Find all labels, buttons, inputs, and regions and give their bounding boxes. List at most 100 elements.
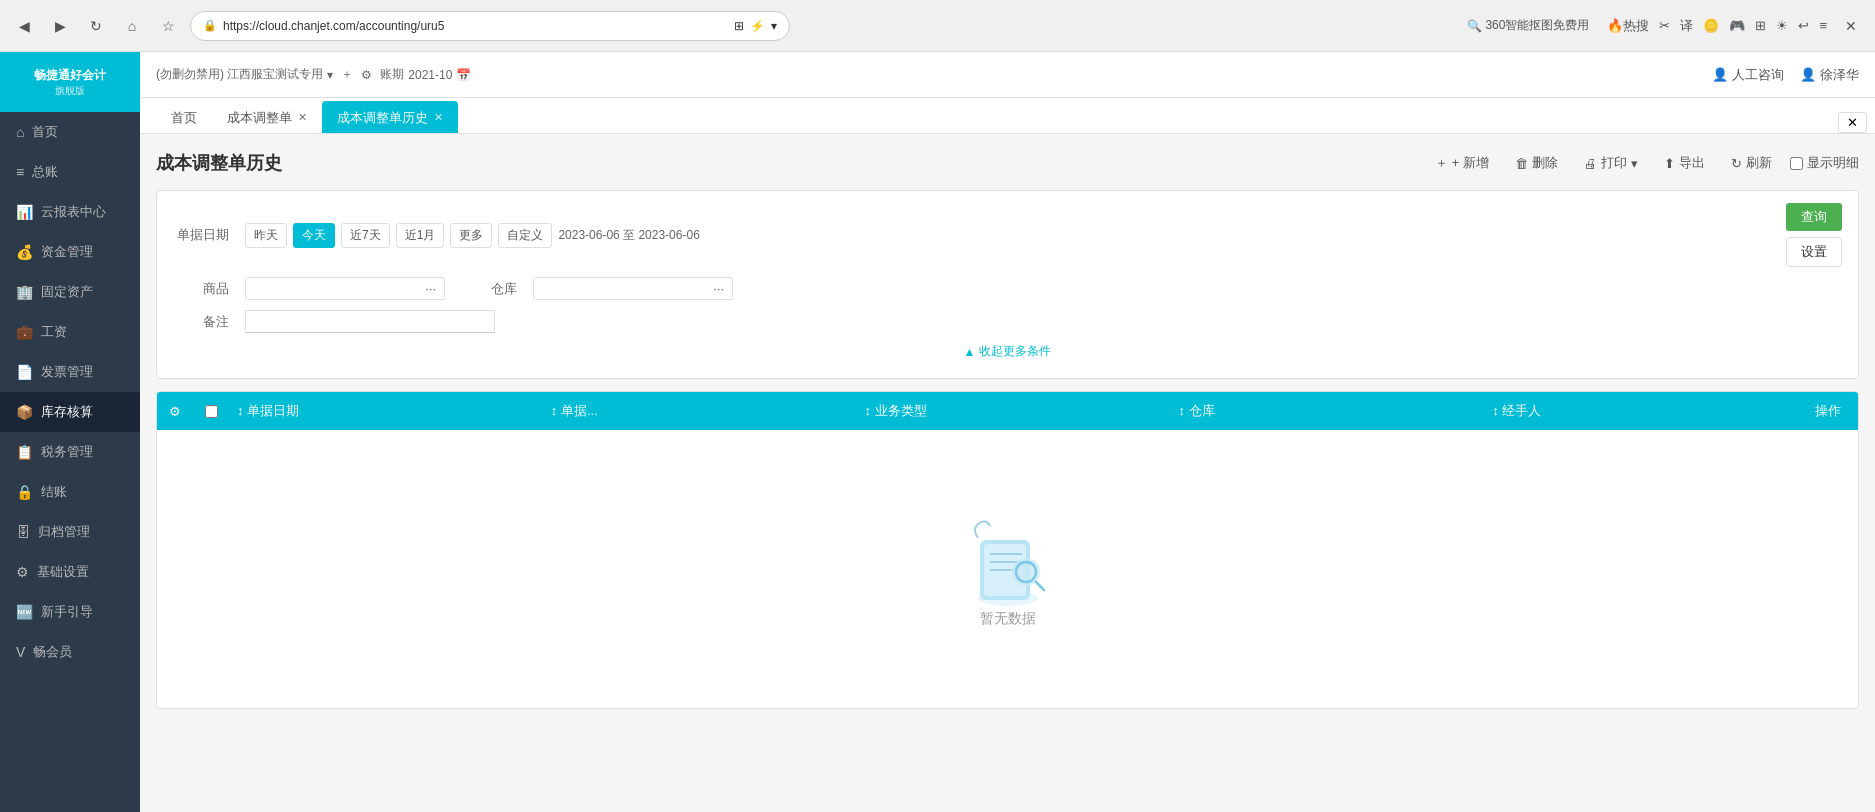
- date-btn-custom[interactable]: 自定义: [498, 223, 552, 248]
- sidebar-label-home: 首页: [32, 123, 58, 141]
- sidebar-item-invoice[interactable]: 📄 发票管理: [0, 352, 140, 392]
- sidebar-item-payroll[interactable]: 💼 工资: [0, 312, 140, 352]
- print-button[interactable]: 🖨 打印 ▾: [1576, 150, 1646, 176]
- date-btn-yesterday[interactable]: 昨天: [245, 223, 287, 248]
- sidebar-label-payroll: 工资: [41, 323, 67, 341]
- game-icon[interactable]: 🎮: [1729, 18, 1745, 33]
- apps-icon: ⊞: [734, 19, 744, 33]
- url-bar[interactable]: 🔒 https://cloud.chanjet.com/accounting/u…: [190, 11, 790, 41]
- tab-cost-adjust-history[interactable]: 成本调整单历史 ✕: [322, 101, 458, 133]
- sidebar-item-tax[interactable]: 📋 税务管理: [0, 432, 140, 472]
- delete-button[interactable]: 🗑 删除: [1507, 150, 1566, 176]
- date-btn-7days[interactable]: 近7天: [341, 223, 390, 248]
- search-tool[interactable]: 🔍 360智能抠图免费用: [1459, 14, 1597, 37]
- export-icon: ⬆: [1664, 156, 1675, 171]
- undo-icon[interactable]: ↩: [1798, 18, 1809, 33]
- sidebar-label-archive: 归档管理: [38, 523, 90, 541]
- query-button[interactable]: 查询: [1786, 203, 1842, 231]
- th-date[interactable]: ↕ 单据日期: [229, 402, 543, 420]
- back-button[interactable]: ◀: [10, 12, 38, 40]
- tab-cost-adjust-history-close[interactable]: ✕: [434, 111, 443, 124]
- service-button[interactable]: 👤 人工咨询: [1712, 66, 1784, 84]
- ledger-icon: ≡: [16, 164, 24, 180]
- logo-sub: 旗舰版: [55, 84, 85, 98]
- th-operator[interactable]: ↕ 经手人: [1484, 402, 1798, 420]
- warehouse-filter-label: 仓库: [461, 280, 517, 298]
- home-icon: ⌂: [16, 124, 24, 140]
- refresh-button[interactable]: ↻: [82, 12, 110, 40]
- user-menu[interactable]: 👤 徐泽华: [1800, 66, 1859, 84]
- translate-icon[interactable]: 译: [1680, 17, 1693, 35]
- logo-text: 畅捷通好会计: [34, 67, 106, 84]
- sidebar-item-reports[interactable]: 📊 云报表中心: [0, 192, 140, 232]
- close-window-button[interactable]: ✕: [1837, 12, 1865, 40]
- tab-cost-adjust[interactable]: 成本调整单 ✕: [212, 101, 322, 133]
- select-all-checkbox[interactable]: [205, 405, 218, 418]
- sidebar-item-home[interactable]: ⌂ 首页: [0, 112, 140, 152]
- th-warehouse-label: ↕ 仓库: [1178, 402, 1214, 420]
- sidebar-item-settings[interactable]: ⚙ 基础设置: [0, 552, 140, 592]
- sidebar-item-inventory[interactable]: 📦 库存核算: [0, 392, 140, 432]
- add-company-button[interactable]: ＋: [341, 66, 353, 83]
- date-btn-more[interactable]: 更多: [450, 223, 492, 248]
- sidebar-item-archive[interactable]: 🗄 归档管理: [0, 512, 140, 552]
- export-button[interactable]: ⬆ 导出: [1656, 150, 1713, 176]
- company-chevron-icon: ▾: [327, 68, 333, 82]
- period-selector[interactable]: 账期 2021-10 📅: [380, 66, 471, 83]
- filter-section: 单据日期 昨天 今天 近7天 近1月 更多 自定义 2023-06-06 至 2…: [156, 190, 1859, 379]
- tab-cost-adjust-close[interactable]: ✕: [298, 111, 307, 124]
- company-selector[interactable]: (勿删勿禁用) 江西服宝测试专用 ▾: [156, 66, 333, 83]
- th-actions: 操作: [1798, 402, 1858, 420]
- th-warehouse[interactable]: ↕ 仓库: [1170, 402, 1484, 420]
- grid-icon[interactable]: ⊞: [1755, 18, 1766, 33]
- top-bar-left: (勿删勿禁用) 江西服宝测试专用 ▾ ＋ ⚙ 账期 2021-10 📅: [156, 66, 471, 83]
- date-range-display: 2023-06-06 至 2023-06-06: [558, 227, 699, 244]
- table-select-all[interactable]: [193, 392, 229, 430]
- sun-icon[interactable]: ☀: [1776, 18, 1788, 33]
- member-icon: V: [16, 644, 25, 660]
- user-name: 徐泽华: [1820, 66, 1859, 84]
- sidebar-item-member[interactable]: V 畅会员: [0, 632, 140, 672]
- show-detail-checkbox-label[interactable]: 显示明细: [1790, 154, 1859, 172]
- th-type[interactable]: ↕ 业务类型: [857, 402, 1171, 420]
- sidebar-label-closing: 结账: [41, 483, 67, 501]
- delete-icon: 🗑: [1515, 156, 1528, 171]
- refresh-button[interactable]: ↻ 刷新: [1723, 150, 1780, 176]
- show-detail-checkbox[interactable]: [1790, 157, 1803, 170]
- close-all-tabs-button[interactable]: ✕: [1838, 112, 1867, 133]
- star-button[interactable]: ☆: [154, 12, 182, 40]
- sidebar-item-guide[interactable]: 🆕 新手引导: [0, 592, 140, 632]
- period-label: 账期: [380, 66, 404, 83]
- forward-button[interactable]: ▶: [46, 12, 74, 40]
- table-settings-icon[interactable]: ⚙: [157, 392, 193, 430]
- collapse-button[interactable]: ▲ 收起更多条件: [964, 343, 1052, 360]
- sidebar-item-ledger[interactable]: ≡ 总账: [0, 152, 140, 192]
- remark-input[interactable]: [245, 310, 495, 333]
- new-button[interactable]: ＋ + 新增: [1427, 150, 1497, 176]
- menu-icon[interactable]: ≡: [1819, 18, 1827, 33]
- coin-icon[interactable]: 🪙: [1703, 18, 1719, 33]
- th-number[interactable]: ↕ 单据...: [543, 402, 857, 420]
- hot-label: 🔥热搜: [1607, 17, 1649, 35]
- warehouse-selector[interactable]: ···: [533, 277, 733, 300]
- chevron-down-icon: ▾: [771, 19, 777, 33]
- th-actions-label: 操作: [1815, 402, 1841, 420]
- th-operator-label: ↕ 经手人: [1492, 402, 1541, 420]
- date-btn-today[interactable]: 今天: [293, 223, 335, 248]
- home-button[interactable]: ⌂: [118, 12, 146, 40]
- sidebar-item-fixed-assets[interactable]: 🏢 固定资产: [0, 272, 140, 312]
- print-icon: 🖨: [1584, 156, 1597, 171]
- sidebar-label-inventory: 库存核算: [41, 403, 93, 421]
- product-selector[interactable]: ···: [245, 277, 445, 300]
- settings-company-icon[interactable]: ⚙: [361, 68, 372, 82]
- sidebar-item-closing[interactable]: 🔒 结账: [0, 472, 140, 512]
- th-number-label: ↕ 单据...: [551, 402, 598, 420]
- bolt-icon: ⚡: [750, 19, 765, 33]
- sidebar-item-funds[interactable]: 💰 资金管理: [0, 232, 140, 272]
- date-btn-1month[interactable]: 近1月: [396, 223, 445, 248]
- browser-chrome: ◀ ▶ ↻ ⌂ ☆ 🔒 https://cloud.chanjet.com/ac…: [0, 0, 1875, 52]
- app-logo: 畅捷通好会计 旗舰版: [0, 52, 140, 112]
- filter-settings-button[interactable]: 设置: [1786, 237, 1842, 267]
- scissors-icon[interactable]: ✂: [1659, 18, 1670, 33]
- tab-home[interactable]: 首页: [156, 101, 212, 133]
